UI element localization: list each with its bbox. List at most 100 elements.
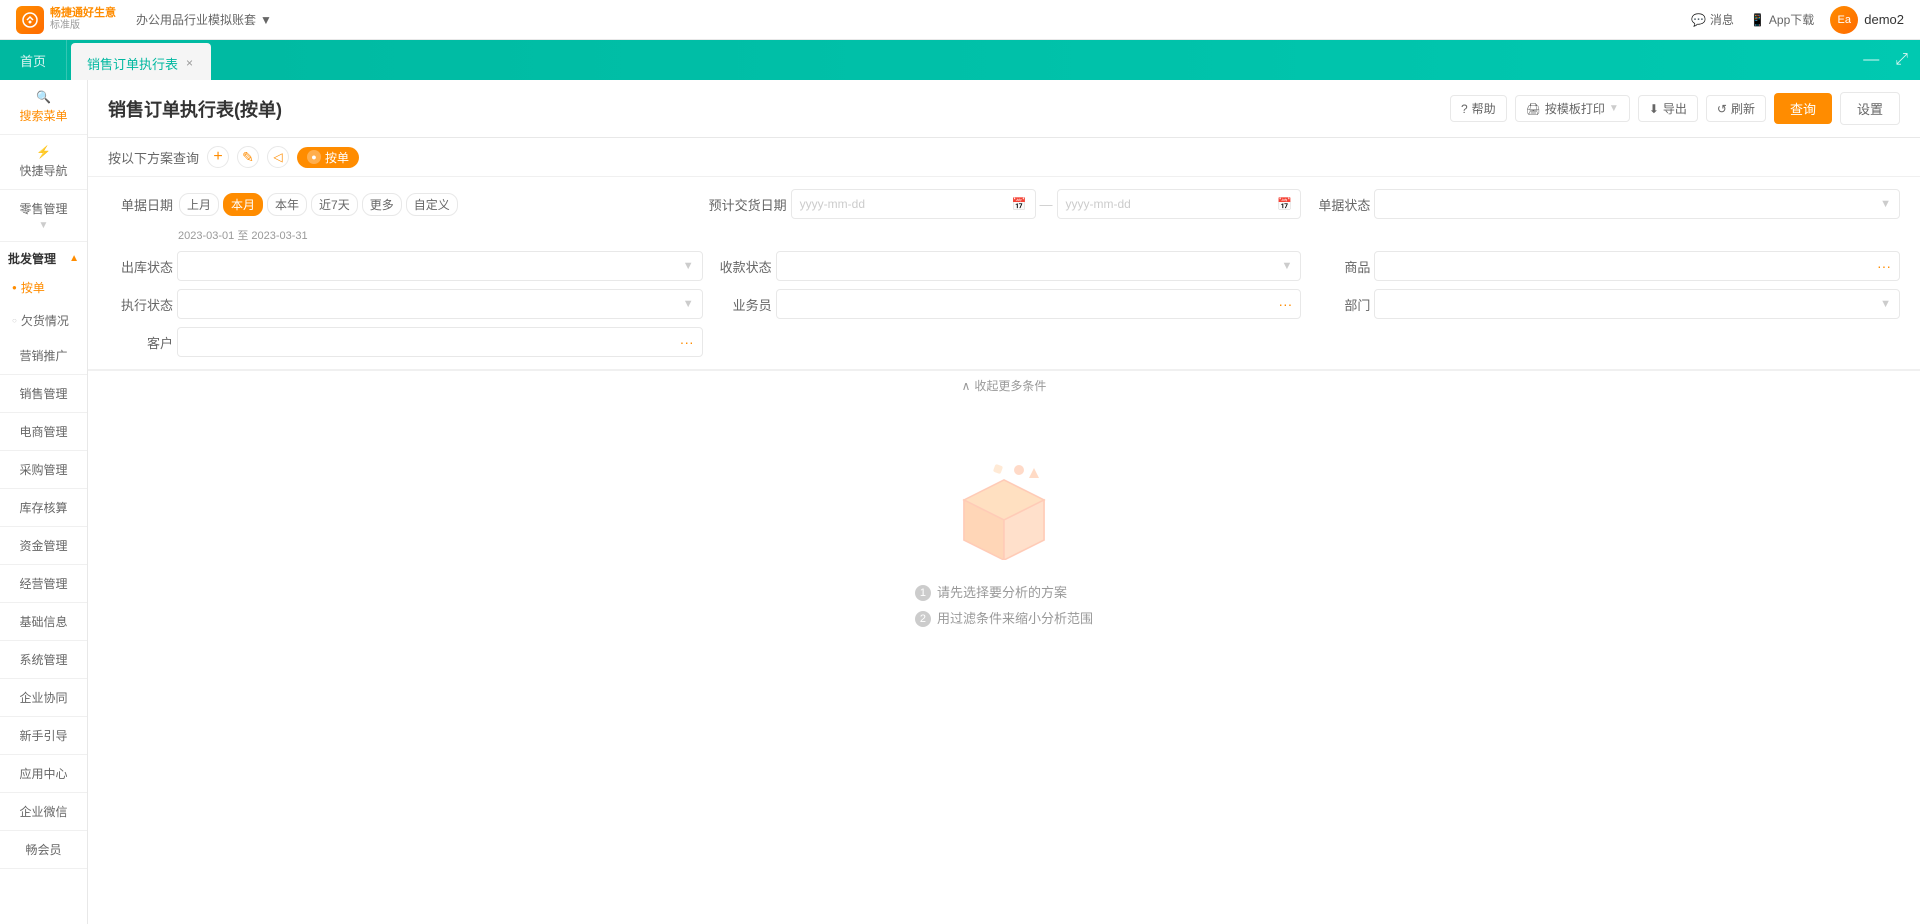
- date-range-display: 2023-03-01 至 2023-03-31: [108, 227, 1900, 243]
- sidebar-operations-label: 经营管理: [19, 575, 67, 592]
- print-btn[interactable]: 🖨 按模板打印 ▼: [1515, 95, 1630, 122]
- date-btn-7days[interactable]: 近7天: [311, 193, 358, 216]
- logo-icon: [16, 6, 44, 34]
- date-range-separator: —: [1040, 197, 1053, 212]
- logo-area: 畅捷通好生意 标准版: [16, 6, 116, 34]
- page-header: 销售订单执行表(按单) ? 帮助 🖨 按模板打印 ▼ ⬇ 导出 ↺ 刷新: [88, 80, 1920, 138]
- tab-home[interactable]: 首页: [0, 40, 67, 80]
- date-quick-group: 上月 本月 本年 近7天 更多 自定义: [179, 193, 458, 216]
- delivery-select[interactable]: ▼: [177, 251, 703, 281]
- sidebar-item-apps[interactable]: 应用中心: [0, 755, 87, 793]
- message-action[interactable]: 💬 消息: [1691, 11, 1734, 28]
- tab-bar: 首页 销售订单执行表 × — ⤢: [0, 40, 1920, 80]
- page-title: 销售订单执行表(按单): [108, 96, 282, 134]
- sidebar-item-marketing[interactable]: 营销推广: [0, 337, 87, 375]
- selected-scheme[interactable]: ● 按单: [297, 147, 359, 168]
- sidebar-enterprise-label: 企业协同: [19, 689, 67, 706]
- payment-select[interactable]: ▼: [776, 251, 1302, 281]
- salesperson-ellipsis[interactable]: ···: [1278, 296, 1292, 312]
- sidebar-quicknav-label: 快捷导航: [19, 162, 67, 179]
- tab-active-label: 销售订单执行表: [87, 54, 178, 73]
- hint-num-1: 1: [915, 585, 931, 601]
- sidebar-item-newguide[interactable]: 新手引导: [0, 717, 87, 755]
- sidebar-wholesale-section: 批发管理 ▲ ● 按单 ○ 欠货情况: [0, 242, 87, 337]
- app-download-action[interactable]: 📱 App下载: [1750, 11, 1814, 28]
- payment-label: 收款状态: [707, 257, 772, 276]
- sidebar-item-sales[interactable]: 销售管理: [0, 375, 87, 413]
- scheme-edit-btn[interactable]: ✎: [237, 146, 259, 168]
- message-icon: 💬: [1691, 13, 1706, 27]
- goods-input[interactable]: ···: [1374, 251, 1900, 281]
- refresh-btn[interactable]: ↺ 刷新: [1706, 95, 1766, 122]
- sidebar-item-order[interactable]: ● 按单: [0, 271, 87, 304]
- scheme-collapse-btn[interactable]: ◁: [267, 146, 289, 168]
- sidebar-item-member[interactable]: 畅会员: [0, 831, 87, 869]
- page-content: 1 请先选择要分析的方案 2 用过滤条件来缩小分析范围: [88, 400, 1920, 924]
- date-btn-custom[interactable]: 自定义: [406, 193, 458, 216]
- calendar-icon-2: 📅: [1277, 197, 1292, 211]
- tab-active[interactable]: 销售订单执行表 ×: [71, 43, 211, 83]
- filter-row-2: 出库状态 ▼ 收款状态 ▼ 商品 ···: [108, 251, 1900, 281]
- filter-payment-cell: 收款状态 ▼: [707, 251, 1302, 281]
- scheme-add-btn[interactable]: +: [207, 146, 229, 168]
- breadcrumb[interactable]: 办公用品行业模拟账套 ▼: [136, 11, 272, 28]
- sidebar-item-quicknav[interactable]: ⚡ 快捷导航: [0, 135, 87, 190]
- sidebar-item-wechat[interactable]: 企业微信: [0, 793, 87, 831]
- sidebar-item-system[interactable]: 系统管理: [0, 641, 87, 679]
- tab-maximize-btn[interactable]: ⤢: [1891, 47, 1912, 73]
- tab-close-icon[interactable]: ×: [184, 54, 195, 72]
- export-btn[interactable]: ⬇ 导出: [1638, 95, 1698, 122]
- sidebar-item-enterprise[interactable]: 企业协同: [0, 679, 87, 717]
- collapse-more-btn[interactable]: ∧ 收起更多条件: [88, 370, 1920, 400]
- goods-ellipsis[interactable]: ···: [1877, 258, 1891, 274]
- print-icon: 🖨: [1526, 102, 1541, 116]
- tab-minimize-btn[interactable]: —: [1859, 47, 1883, 73]
- calendar-icon-1: 📅: [1012, 197, 1027, 211]
- date-btn-this-month[interactable]: 本月: [223, 193, 263, 216]
- sidebar-item-retail[interactable]: 零售管理 ▼: [0, 190, 87, 242]
- customer-ellipsis[interactable]: ···: [680, 334, 694, 350]
- sidebar-item-basic[interactable]: 基础信息: [0, 603, 87, 641]
- salesperson-input[interactable]: ···: [776, 289, 1302, 319]
- salesperson-label: 业务员: [707, 295, 772, 314]
- date-btn-more[interactable]: 更多: [362, 193, 402, 216]
- user-area[interactable]: Ea demo2: [1830, 6, 1904, 34]
- filter-date-cell: 单据日期 上月 本月 本年 近7天 更多 自定义: [108, 189, 703, 219]
- sidebar-item-inventory[interactable]: 库存核算: [0, 489, 87, 527]
- exec-arrow: ▼: [683, 298, 694, 310]
- exec-select[interactable]: ▼: [177, 289, 703, 319]
- refresh-icon: ↺: [1717, 102, 1727, 116]
- retail-arrow-icon: ▼: [39, 220, 49, 231]
- quicknav-icon: ⚡: [36, 145, 51, 159]
- sidebar-item-wholesale[interactable]: 批发管理 ▲: [0, 242, 87, 271]
- sidebar-item-finance[interactable]: 资金管理: [0, 527, 87, 565]
- sidebar-item-purchase[interactable]: 采购管理: [0, 451, 87, 489]
- status-select[interactable]: ▼: [1374, 189, 1900, 219]
- customer-label: 客户: [108, 333, 173, 352]
- help-icon: ?: [1461, 102, 1468, 116]
- expected-date-start[interactable]: yyyy-mm-dd 📅: [791, 189, 1036, 219]
- help-btn[interactable]: ? 帮助: [1450, 95, 1507, 122]
- print-arrow-icon: ▼: [1609, 103, 1619, 114]
- filter-salesperson-cell: 业务员 ···: [707, 289, 1302, 319]
- date-btn-last-month[interactable]: 上月: [179, 193, 219, 216]
- dept-select[interactable]: ▼: [1374, 289, 1900, 319]
- sidebar-retail-label: 零售管理: [19, 200, 67, 217]
- sidebar-item-operations[interactable]: 经营管理: [0, 565, 87, 603]
- sidebar-apps-label: 应用中心: [19, 765, 67, 782]
- filter-row-3: 执行状态 ▼ 业务员 ··· 部门 ▼: [108, 289, 1900, 319]
- breadcrumb-text: 办公用品行业模拟账套: [136, 11, 256, 28]
- dept-label: 部门: [1305, 295, 1370, 314]
- exec-label: 执行状态: [108, 295, 173, 314]
- sidebar-item-ecommerce[interactable]: 电商管理: [0, 413, 87, 451]
- debt-icon: ○: [12, 316, 17, 325]
- date-btn-this-year[interactable]: 本年: [267, 193, 307, 216]
- expected-date-end[interactable]: yyyy-mm-dd 📅: [1057, 189, 1302, 219]
- sidebar-search[interactable]: 🔍 搜索菜单: [0, 80, 87, 135]
- customer-input[interactable]: ···: [177, 327, 703, 357]
- sidebar-debt-label: 欠货情况: [21, 312, 69, 329]
- setting-btn[interactable]: 设置: [1840, 92, 1900, 125]
- search-btn[interactable]: 查询: [1774, 93, 1832, 124]
- collapse-icon: ∧: [962, 379, 971, 393]
- sidebar-item-debt[interactable]: ○ 欠货情况: [0, 304, 87, 337]
